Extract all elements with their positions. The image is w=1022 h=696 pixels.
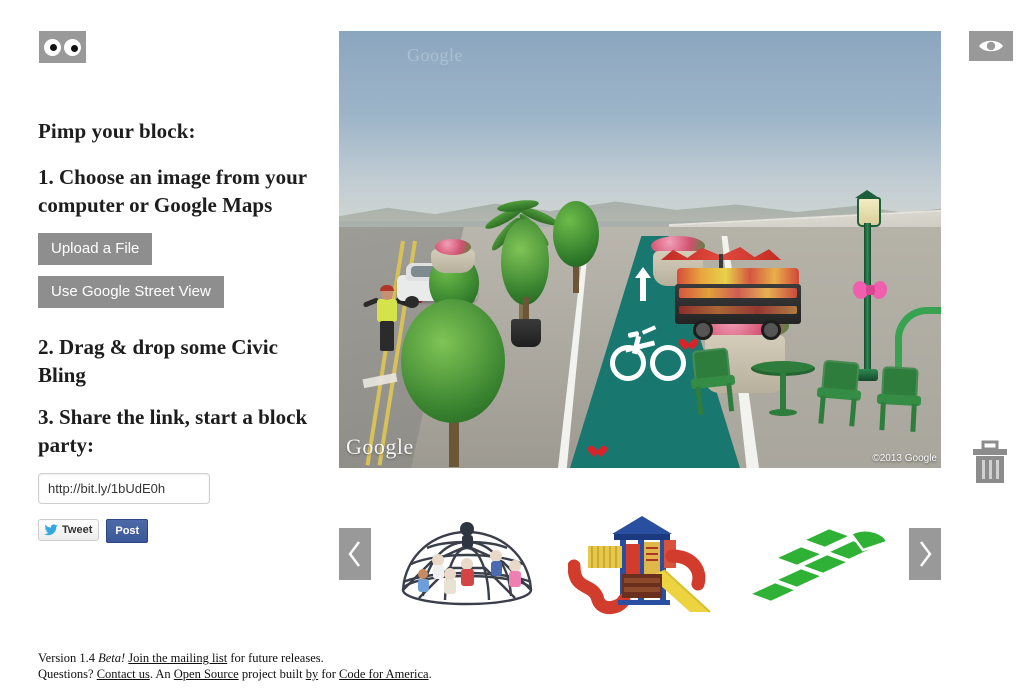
step-2-text: 2. Drag & drop some Civic Bling bbox=[38, 334, 278, 388]
instructions-panel: Pimp your block: 1. Choose an image from… bbox=[38, 118, 328, 544]
cafe-chair[interactable] bbox=[688, 347, 739, 417]
street-view-canvas[interactable]: Google Google ©2013 Google bbox=[339, 31, 941, 468]
for-text: for bbox=[318, 667, 340, 681]
heart-marker-icon[interactable] bbox=[588, 446, 601, 458]
bike-rack[interactable] bbox=[895, 307, 941, 370]
mailing-list-link[interactable]: Join the mailing list bbox=[128, 651, 227, 665]
trash-button[interactable] bbox=[969, 440, 1011, 486]
googly-eyes-icon bbox=[44, 38, 61, 56]
preview-button[interactable] bbox=[969, 31, 1013, 61]
footer-line-2: Questions? Contact us. An Open Source pr… bbox=[38, 666, 432, 682]
googly-eyes-icon-second bbox=[64, 38, 81, 56]
app-root: Pimp your block: 1. Choose an image from… bbox=[0, 0, 1022, 696]
questions-text: Questions? bbox=[38, 667, 97, 681]
version-text: Version 1.4 bbox=[38, 651, 95, 665]
street-tree[interactable] bbox=[549, 201, 603, 293]
social-share-row: Tweet Post bbox=[38, 519, 328, 544]
fruit-cart[interactable] bbox=[661, 247, 801, 340]
potted-tree[interactable] bbox=[497, 219, 553, 349]
google-watermark-top: Google bbox=[407, 45, 463, 65]
footer-line-1: Version 1.4 Beta! Join the mailing list … bbox=[38, 650, 432, 666]
chevron-right-icon bbox=[920, 541, 932, 567]
pink-bow-icon[interactable] bbox=[853, 281, 887, 299]
cafe-table[interactable] bbox=[751, 361, 815, 419]
flower-planter[interactable] bbox=[431, 239, 475, 273]
eye-icon bbox=[979, 40, 1003, 52]
google-watermark: Google bbox=[346, 434, 414, 459]
share-url-input[interactable] bbox=[38, 473, 210, 505]
carousel-items bbox=[385, 498, 895, 628]
playground-structure-icon bbox=[567, 508, 716, 620]
facebook-post-button[interactable]: Post bbox=[106, 519, 149, 544]
carousel-prev-button[interactable] bbox=[339, 528, 371, 580]
step-3-text: 3. Share the link, start a block party: bbox=[38, 405, 308, 458]
bling-item-dome-climber[interactable] bbox=[385, 500, 545, 626]
footer: Version 1.4 Beta! Join the mailing list … bbox=[38, 650, 432, 682]
carousel-next-button[interactable] bbox=[909, 528, 941, 580]
footer-period: . bbox=[428, 667, 432, 681]
bling-item-playground-structure[interactable] bbox=[560, 500, 720, 626]
app-logo[interactable] bbox=[39, 31, 86, 63]
hopscotch-icon bbox=[745, 520, 891, 604]
heart-marker-icon[interactable] bbox=[679, 339, 692, 351]
cafe-chair[interactable] bbox=[875, 366, 922, 434]
releases-text: for future releases. bbox=[227, 651, 324, 665]
beta-text: Beta! bbox=[98, 651, 126, 665]
bling-item-hopscotch[interactable] bbox=[735, 500, 895, 626]
tweet-button-label: Tweet bbox=[62, 524, 93, 537]
use-google-street-view-button[interactable]: Use Google Street View bbox=[38, 275, 224, 308]
project-text: project built bbox=[238, 667, 306, 681]
bicycle-symbol-icon bbox=[610, 325, 686, 381]
cafe-chair[interactable] bbox=[814, 359, 864, 429]
bling-carousel bbox=[339, 498, 941, 628]
page-title: Pimp your block: bbox=[38, 119, 196, 143]
open-source-link[interactable]: Open Source bbox=[174, 667, 239, 681]
step-1-text: 1. Choose an image from your computer or… bbox=[38, 164, 307, 217]
tweet-button[interactable]: Tweet bbox=[38, 519, 100, 542]
contact-suffix: . An bbox=[149, 667, 174, 681]
trash-can-icon bbox=[973, 440, 1007, 483]
code-for-america-link[interactable]: Code for America bbox=[339, 667, 429, 681]
google-copyright: ©2013 Google bbox=[872, 453, 937, 464]
post-button-label: Post bbox=[115, 525, 140, 538]
street-lamppost[interactable] bbox=[853, 190, 881, 387]
contact-us-link[interactable]: Contact us bbox=[97, 667, 150, 681]
built-by-link[interactable]: by bbox=[306, 667, 319, 681]
twitter-bird-icon bbox=[44, 524, 58, 536]
dome-climber-icon bbox=[393, 516, 541, 612]
upload-file-button[interactable]: Upload a File bbox=[38, 232, 153, 265]
chevron-left-icon bbox=[348, 541, 360, 567]
